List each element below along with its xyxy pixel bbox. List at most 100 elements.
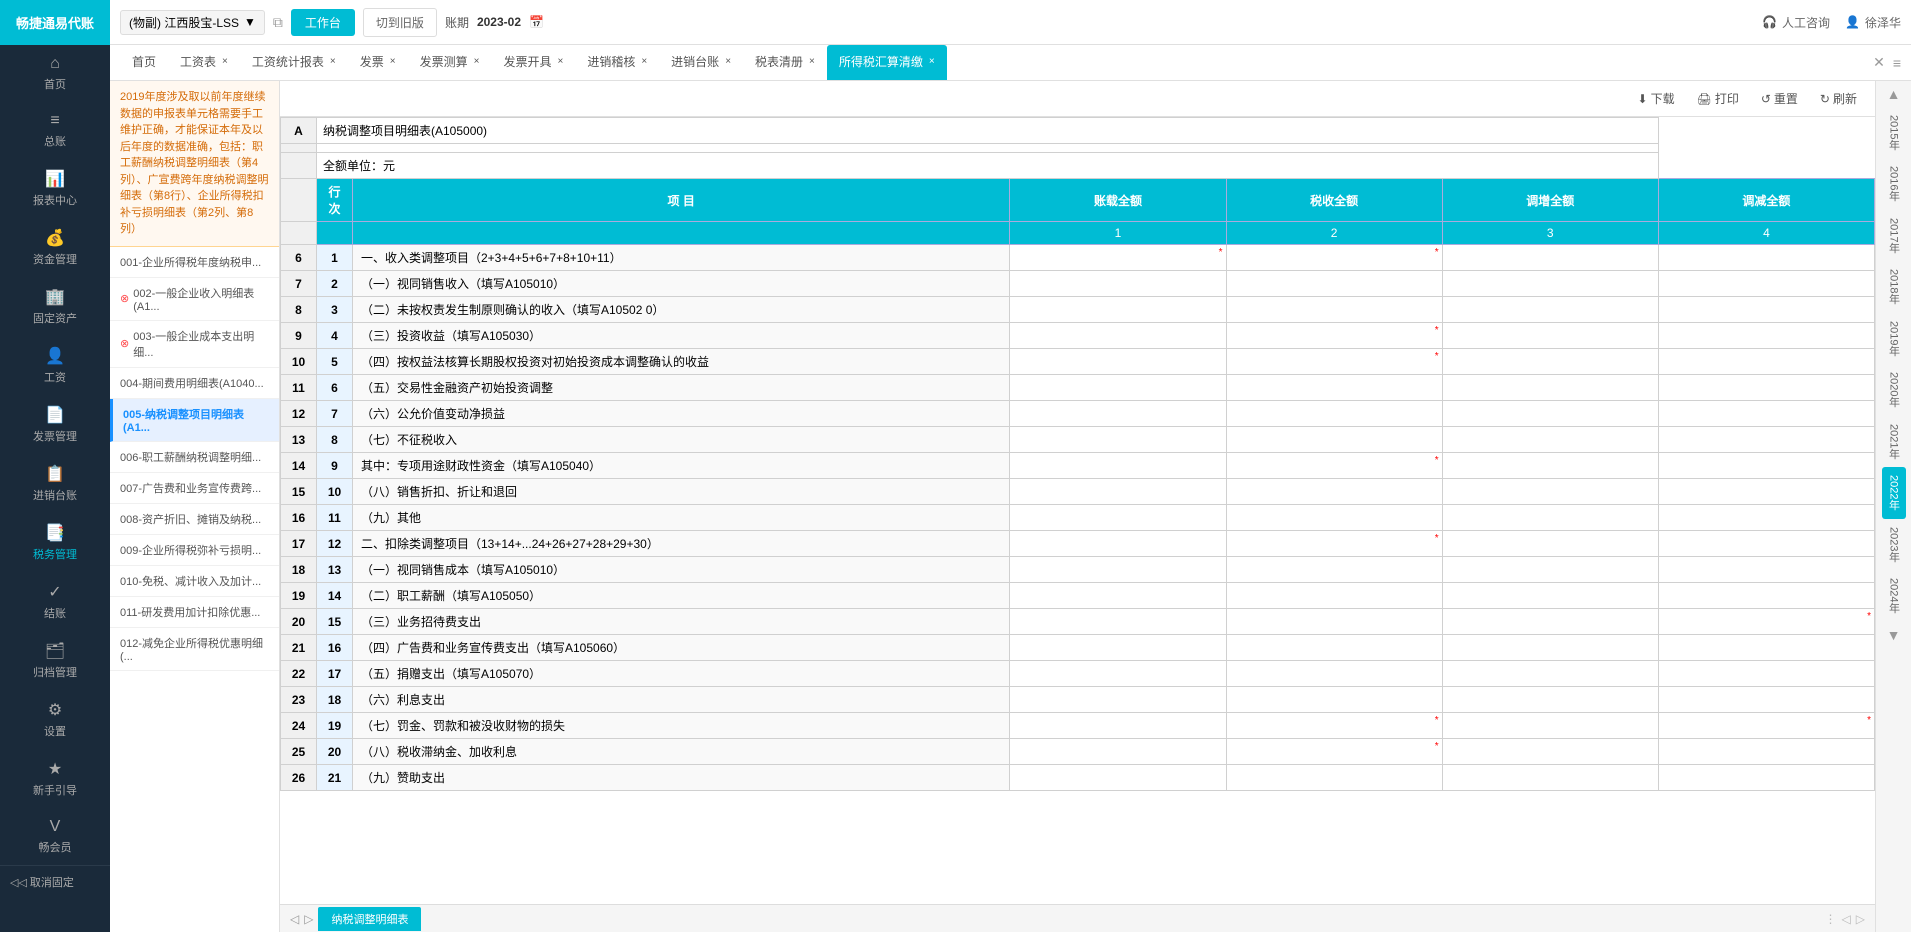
file-item-010[interactable]: 010-免税、减计收入及加计... bbox=[110, 566, 279, 597]
company-selector[interactable]: (物副) 江西股宝-LSS ▼ bbox=[120, 10, 265, 35]
file-item-003[interactable]: ⊗003-一般企业成本支出明细... bbox=[110, 321, 279, 368]
year-2016[interactable]: 2016年 bbox=[1882, 158, 1906, 209]
print-button[interactable]: 🖨 打印 bbox=[1691, 87, 1745, 110]
calendar-icon[interactable]: 📅 bbox=[529, 15, 544, 29]
file-item-012[interactable]: 012-减免企业所得税优惠明细(... bbox=[110, 628, 279, 671]
year-2020[interactable]: 2020年 bbox=[1882, 364, 1906, 415]
tabs-bar-right: ✕ ≡ bbox=[1873, 54, 1901, 71]
period-label: 账期 bbox=[445, 14, 469, 31]
file-item-005[interactable]: 005-纳税调整项目明细表(A1... bbox=[110, 399, 279, 442]
next-sheet-icon[interactable]: ▷ bbox=[304, 912, 313, 926]
tab-in-out-check[interactable]: 进销稽核× bbox=[575, 45, 659, 80]
workbench-button[interactable]: 工作台 bbox=[291, 9, 355, 36]
year-2017[interactable]: 2017年 bbox=[1882, 210, 1906, 261]
home-icon: ⌂ bbox=[50, 55, 60, 73]
support-link[interactable]: 🎧 人工咨询 bbox=[1762, 14, 1830, 31]
refresh-icon: ↻ bbox=[1820, 92, 1830, 106]
file-item-002[interactable]: ⊗002-一般企业收入明细表(A1... bbox=[110, 278, 279, 321]
file-item-006[interactable]: 006-职工薪酬纳税调整明细... bbox=[110, 442, 279, 473]
year-2018[interactable]: 2018年 bbox=[1882, 261, 1906, 312]
table-row: 2116（四）广告费和业务宣传费支出（填写A105060） bbox=[281, 635, 1875, 661]
table-row: 1813（一）视同销售成本（填写A105010） bbox=[281, 557, 1875, 583]
tab-income-tax[interactable]: 所得税汇算清缴× bbox=[827, 45, 947, 80]
sidebar-item-invoice[interactable]: 📄 发票管理 bbox=[0, 395, 110, 454]
sidebar-item-settings[interactable]: ⚙ 设置 bbox=[0, 690, 110, 749]
refresh-button[interactable]: ↻ 刷新 bbox=[1814, 87, 1863, 110]
tab-close-invoice-open[interactable]: × bbox=[557, 56, 563, 67]
sidebar-item-salary[interactable]: 👤 工资 bbox=[0, 336, 110, 395]
tab-close-tax-list[interactable]: × bbox=[809, 56, 815, 67]
more-tabs-icon[interactable]: ≡ bbox=[1893, 55, 1901, 71]
file-item-004[interactable]: 004-期间费用明细表(A1040... bbox=[110, 368, 279, 399]
year-panel: ▲ 2015年 2016年 2017年 2018年 2019年 2020年 20… bbox=[1875, 81, 1911, 932]
year-scroll-down[interactable]: ▼ bbox=[1882, 622, 1906, 648]
download-button[interactable]: ⬇ 下载 bbox=[1632, 87, 1681, 110]
sidebar-item-home[interactable]: ⌂ 首页 bbox=[0, 45, 110, 102]
sidebar-item-sales[interactable]: 📋 进销台账 bbox=[0, 454, 110, 513]
prev-sheet-icon[interactable]: ◁ bbox=[290, 912, 299, 926]
topbar-right: 🎧 人工咨询 👤 徐泽华 bbox=[1762, 14, 1901, 31]
year-2019[interactable]: 2019年 bbox=[1882, 313, 1906, 364]
table-row: 83（二）未按权责发生制原则确认的收入（填写A10502 0） bbox=[281, 297, 1875, 323]
sheet-container[interactable]: A 纳税调整项目明细表(A105000) 全额单位：元 bbox=[280, 117, 1875, 904]
sidebar-item-guide[interactable]: ★ 新手引导 bbox=[0, 749, 110, 808]
file-item-001[interactable]: 001-企业所得税年度纳税申... bbox=[110, 247, 279, 278]
year-2023[interactable]: 2023年 bbox=[1882, 519, 1906, 570]
file-panel: 2019年度涉及取以前年度继续数据的申报表单元格需要手工维护正确，才能保证本年及… bbox=[110, 81, 280, 932]
report-icon: 📊 bbox=[45, 169, 65, 189]
tab-close-in-out-check[interactable]: × bbox=[641, 56, 647, 67]
sidebar-item-vip[interactable]: V 畅会员 bbox=[0, 808, 110, 865]
sub-header-1: 1 bbox=[1010, 222, 1226, 245]
tab-salary-report[interactable]: 工资统计报表× bbox=[240, 45, 348, 80]
sidebar-item-archive[interactable]: 🗂 归档管理 bbox=[0, 631, 110, 690]
company-name: (物副) 江西股宝-LSS bbox=[129, 14, 239, 31]
finance-icon: 💰 bbox=[45, 228, 65, 248]
tab-close-invoice[interactable]: × bbox=[390, 56, 396, 67]
error-icon-002: ⊗ bbox=[120, 292, 129, 305]
download-icon: ⬇ bbox=[1638, 92, 1648, 106]
tab-close-salary-report[interactable]: × bbox=[330, 56, 336, 67]
table-row: 94（三）投资收益（填写A105030）* bbox=[281, 323, 1875, 349]
file-item-011[interactable]: 011-研发费用加计扣除优惠... bbox=[110, 597, 279, 628]
sheet-tabs: ◁ ▷ 纳税调整明细表 ⋮ ◁ ▷ bbox=[280, 904, 1875, 932]
sidebar-item-report[interactable]: 📊 报表中心 bbox=[0, 159, 110, 218]
sidebar-item-settle[interactable]: ✓ 结账 bbox=[0, 572, 110, 631]
tab-in-out-ledger[interactable]: 进销台账× bbox=[659, 45, 743, 80]
tab-invoice[interactable]: 发票× bbox=[348, 45, 408, 80]
year-2021[interactable]: 2021年 bbox=[1882, 416, 1906, 467]
sidebar-item-finance[interactable]: 💰 资金管理 bbox=[0, 218, 110, 277]
copy-icon[interactable]: ⧉ bbox=[273, 14, 283, 31]
switch-old-button[interactable]: 切到旧版 bbox=[363, 8, 437, 37]
user-menu[interactable]: 👤 徐泽华 bbox=[1845, 14, 1901, 31]
sub-header-2: 2 bbox=[1226, 222, 1442, 245]
tab-close-invoice-calc[interactable]: × bbox=[474, 56, 480, 67]
year-2015[interactable]: 2015年 bbox=[1882, 107, 1906, 158]
sidebar-item-assets[interactable]: 🏢 固定资产 bbox=[0, 277, 110, 336]
sidebar-item-ledger[interactable]: ≡ 总账 bbox=[0, 102, 110, 159]
sheet-tab-main[interactable]: 纳税调整明细表 bbox=[318, 907, 421, 931]
tab-invoice-open[interactable]: 发票开具× bbox=[491, 45, 575, 80]
tab-invoice-calc[interactable]: 发票测算× bbox=[408, 45, 492, 80]
year-scroll-up[interactable]: ▲ bbox=[1882, 81, 1906, 107]
file-item-007[interactable]: 007-广告费和业务宣传费跨... bbox=[110, 473, 279, 504]
assets-icon: 🏢 bbox=[45, 287, 65, 307]
reset-button[interactable]: ↺ 重置 bbox=[1755, 87, 1804, 110]
error-icon-003: ⊗ bbox=[120, 337, 129, 350]
file-item-009[interactable]: 009-企业所得税弥补亏损明... bbox=[110, 535, 279, 566]
tab-home[interactable]: 首页 bbox=[120, 45, 168, 80]
tab-salary[interactable]: 工资表× bbox=[168, 45, 240, 80]
table-row: 138（七）不征税收入 bbox=[281, 427, 1875, 453]
close-all-icon[interactable]: ✕ bbox=[1873, 54, 1885, 71]
tab-close-salary[interactable]: × bbox=[222, 56, 228, 67]
unpin-button[interactable]: ◁◁ 取消固定 bbox=[0, 865, 110, 898]
vip-icon: V bbox=[50, 818, 61, 836]
sidebar-item-tax[interactable]: 📑 税务管理 bbox=[0, 513, 110, 572]
headset-icon: 🎧 bbox=[1762, 15, 1777, 29]
tab-close-in-out-ledger[interactable]: × bbox=[725, 56, 731, 67]
table-row: 2621（九）赞助支出 bbox=[281, 765, 1875, 791]
year-2024[interactable]: 2024年 bbox=[1882, 570, 1906, 621]
tab-tax-list[interactable]: 税表清册× bbox=[743, 45, 827, 80]
file-item-008[interactable]: 008-资产折旧、摊销及纳税... bbox=[110, 504, 279, 535]
year-2022[interactable]: 2022年 bbox=[1882, 467, 1906, 518]
tab-close-income-tax[interactable]: × bbox=[929, 56, 935, 67]
